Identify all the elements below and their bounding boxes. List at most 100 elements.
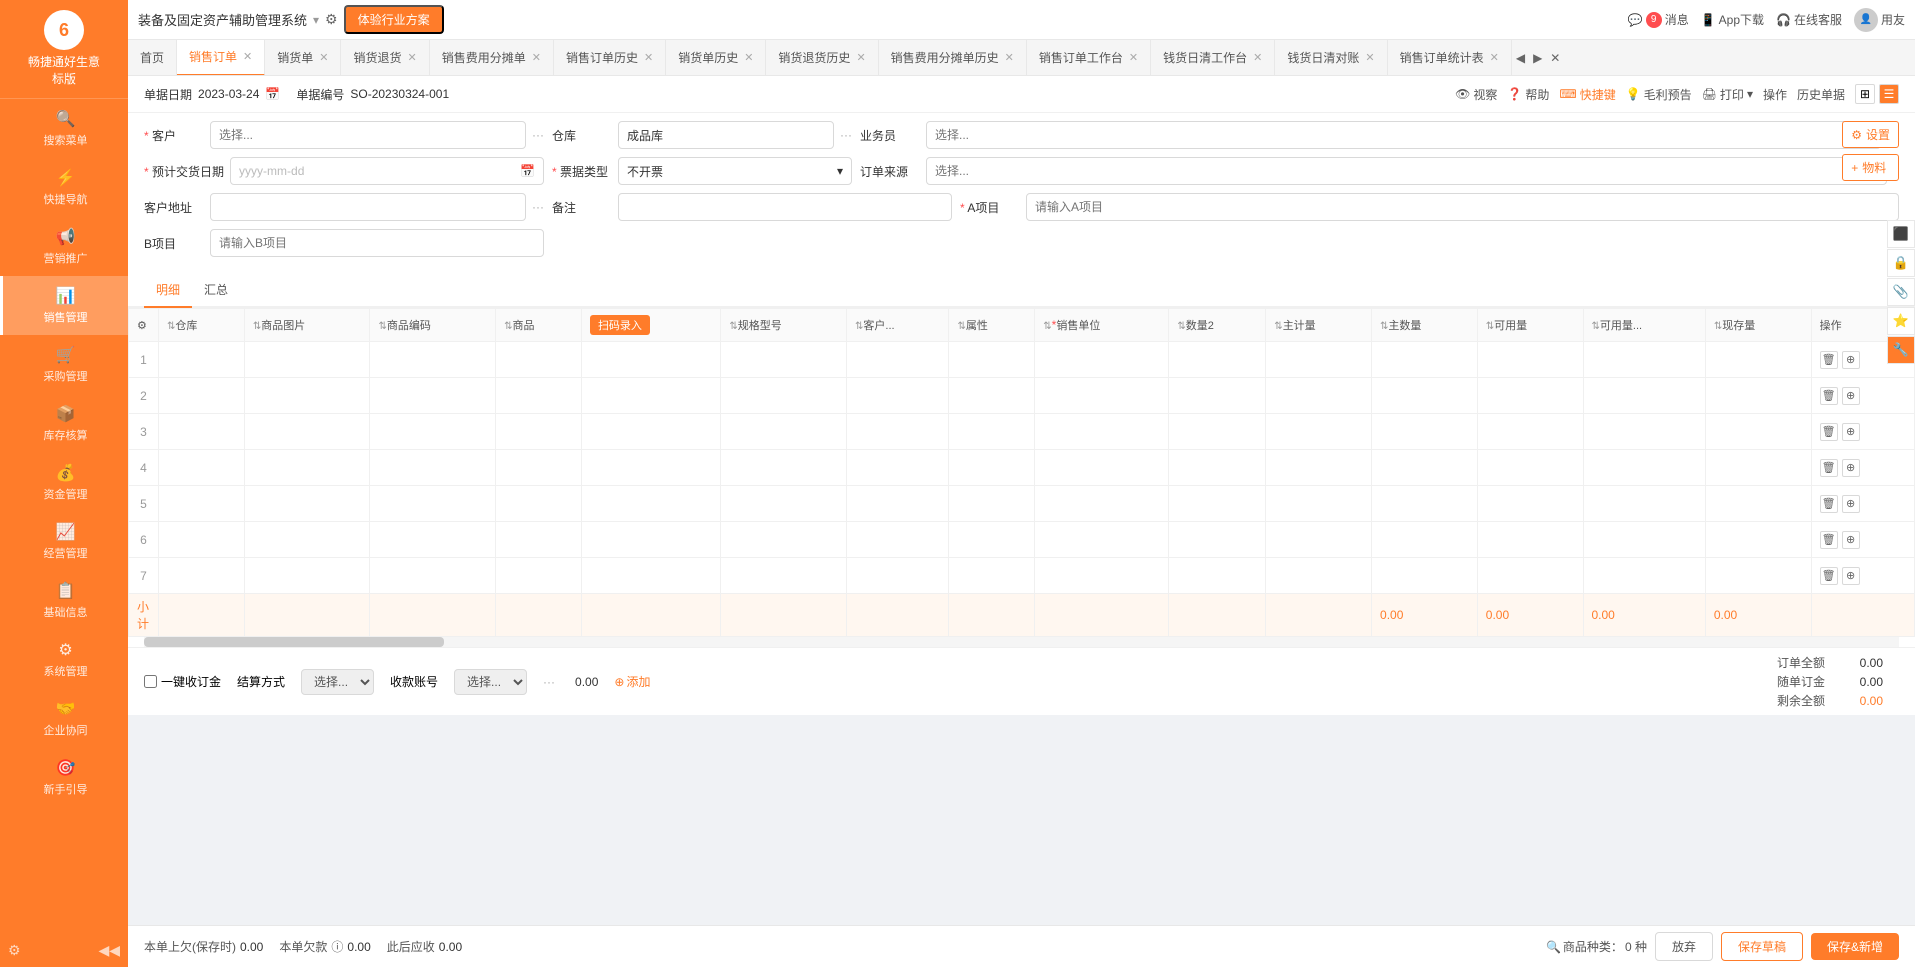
profit-action[interactable]: 💡 毛利预告 [1626,86,1692,103]
delete-row-button[interactable]: 🗑 [1820,567,1838,585]
delete-row-button[interactable]: 🗑 [1820,423,1838,441]
list-view-icon[interactable]: ☰ [1879,84,1899,104]
sidebar-item-搜索菜单[interactable]: 🔍搜索菜单 [0,99,128,158]
view-action[interactable]: 👁 视察 [1455,86,1497,103]
col-sort-icon[interactable]: ⇅ [504,321,512,332]
help-action[interactable]: ❓ 帮助 [1507,86,1549,103]
address-input[interactable] [210,193,526,221]
col-sort-icon[interactable]: ⇅ [1592,321,1600,332]
customer-more-icon[interactable]: ··· [532,128,544,142]
tab-close-icon[interactable]: ✕ [243,50,252,63]
tab-close-icon[interactable]: ✕ [532,51,541,64]
col-sort-icon[interactable]: ⇅ [729,321,737,332]
col-sort-icon[interactable]: ⇅ [1714,321,1722,332]
settle-checkbox-input[interactable] [144,675,157,688]
tab-close-icon[interactable]: ✕ [1253,51,1262,64]
tab-item[interactable]: 首页 [128,40,177,76]
right-panel-btn-4[interactable]: ⭐ [1887,307,1915,335]
tab-item[interactable]: 销售费用分摊单历史✕ [879,40,1027,76]
form-detail-tab[interactable]: 汇总 [192,273,240,308]
delete-row-button[interactable]: 🗑 [1820,387,1838,405]
tab-item[interactable]: 销货退货✕ [341,40,429,76]
copy-row-button[interactable]: ⊕ [1842,387,1860,405]
col-sort-icon[interactable]: ⇅ [167,321,175,332]
discard-button[interactable]: 放弃 [1655,932,1713,961]
col-sort-icon[interactable]: ⇅ [855,321,863,332]
settle-method-select[interactable]: 选择... [301,669,374,695]
save-draft-button[interactable]: 保存草稿 [1721,932,1803,961]
tab-close-icon[interactable]: ✕ [856,51,865,64]
user-button[interactable]: 👤 用友 [1854,8,1905,32]
sidebar-item-新手引导[interactable]: 🎯新手引导 [0,748,128,807]
tab-close-icon[interactable]: ✕ [1365,51,1374,64]
settings-button[interactable]: ⚙ 设置 [1842,121,1899,148]
b-project-input[interactable] [210,229,544,257]
tab-close-icon[interactable]: ✕ [1490,51,1499,64]
tab-item[interactable]: 销售费用分摊单✕ [430,40,554,76]
address-more-icon[interactable]: ··· [532,200,544,214]
tab-item[interactable]: 销货退货历史✕ [766,40,878,76]
delete-row-button[interactable]: 🗑 [1820,531,1838,549]
warehouse-select[interactable]: 成品库 [618,121,834,149]
tab-item[interactable]: 钱货日清对账✕ [1275,40,1387,76]
settle-dots-icon[interactable]: ··· [543,675,555,689]
sidebar-item-基础信息[interactable]: 📋基础信息 [0,571,128,630]
app-download-button[interactable]: 📱 App下载 [1701,11,1764,28]
tab-item[interactable]: 销售订单工作台✕ [1027,40,1151,76]
tab-item[interactable]: 销货单✕ [265,40,341,76]
col-sort-icon[interactable]: ⇅ [957,321,965,332]
col-sort-icon[interactable]: ⇅ [1486,321,1494,332]
right-panel-btn-1[interactable]: ⬛ [1887,220,1915,248]
sidebar-item-资金管理[interactable]: 💰资金管理 [0,453,128,512]
copy-row-button[interactable]: ⊕ [1842,459,1860,477]
tab-close-icon[interactable]: ✕ [1005,51,1014,64]
delete-row-button[interactable]: 🗑 [1820,495,1838,513]
horizontal-scrollbar[interactable] [144,637,1899,647]
delete-row-button[interactable]: 🗑 [1820,351,1838,369]
customer-input[interactable] [210,121,526,149]
tabs-prev-icon[interactable]: ◀ [1512,51,1529,65]
scrollbar-thumb[interactable] [144,637,444,647]
sidebar-item-营销推广[interactable]: 📢营销推广 [0,217,128,276]
add-settle-button[interactable]: ⊕ 添加 [614,673,650,690]
tab-close-icon[interactable]: ✕ [744,51,753,64]
copy-row-button[interactable]: ⊕ [1842,351,1860,369]
calendar-icon[interactable]: 📅 [265,87,280,101]
col-header-scan[interactable]: 扫码录入 [581,309,720,342]
col-sort-icon[interactable]: ⇅ [378,321,386,332]
shortcut-action[interactable]: ⌨ 快捷键 [1559,86,1615,103]
form-detail-tab[interactable]: 明细 [144,273,192,308]
copy-row-button[interactable]: ⊕ [1842,495,1860,513]
copy-row-button[interactable]: ⊕ [1842,567,1860,585]
save-new-button[interactable]: 保存&新增 [1811,933,1899,960]
delivery-date-input[interactable]: yyyy-mm-dd 📅 [230,157,544,185]
sidebar-item-库存核算[interactable]: 📦库存核算 [0,394,128,453]
a-project-input[interactable] [1026,193,1899,221]
print-action[interactable]: 🖨 打印 ▾ [1702,86,1753,103]
curr-owing-info-icon[interactable]: ⓘ [331,938,343,955]
tab-close-icon[interactable]: ✕ [408,51,417,64]
sidebar-item-经营管理[interactable]: 📈经营管理 [0,512,128,571]
warehouse-more-icon[interactable]: ··· [840,128,852,142]
order-source-input[interactable] [926,157,1887,185]
online-service-button[interactable]: 🎧 在线客服 [1776,11,1842,28]
sidebar-item-快捷导航[interactable]: ⚡快捷导航 [0,158,128,217]
col-sort-icon[interactable]: ⇅ [1177,321,1185,332]
tabs-next-icon[interactable]: ▶ [1529,51,1546,65]
receipt-account-select[interactable]: 选择... [454,669,527,695]
tab-close-icon[interactable]: ✕ [1129,51,1138,64]
copy-row-button[interactable]: ⊕ [1842,423,1860,441]
sidebar-item-采购管理[interactable]: 🛒采购管理 [0,335,128,394]
notes-input[interactable] [618,193,952,221]
operate-action[interactable]: 操作 [1763,86,1787,103]
tab-item[interactable]: 销售订单统计表✕ [1388,40,1512,76]
col-sort-icon[interactable]: ⇅ [253,321,261,332]
tab-close-icon[interactable]: ✕ [644,51,653,64]
sidebar-item-企业协同[interactable]: 🤝企业协同 [0,689,128,748]
grid-view-icon[interactable]: ⊞ [1855,84,1875,104]
col-sort-icon[interactable]: ⇅ [1274,321,1282,332]
tabs-close-all-icon[interactable]: ✕ [1546,51,1564,65]
message-button[interactable]: 💬 9 消息 [1628,11,1689,28]
tab-item[interactable]: 钱货日清工作台✕ [1151,40,1275,76]
sidebar-settings-icon[interactable]: ⚙ [8,942,21,959]
